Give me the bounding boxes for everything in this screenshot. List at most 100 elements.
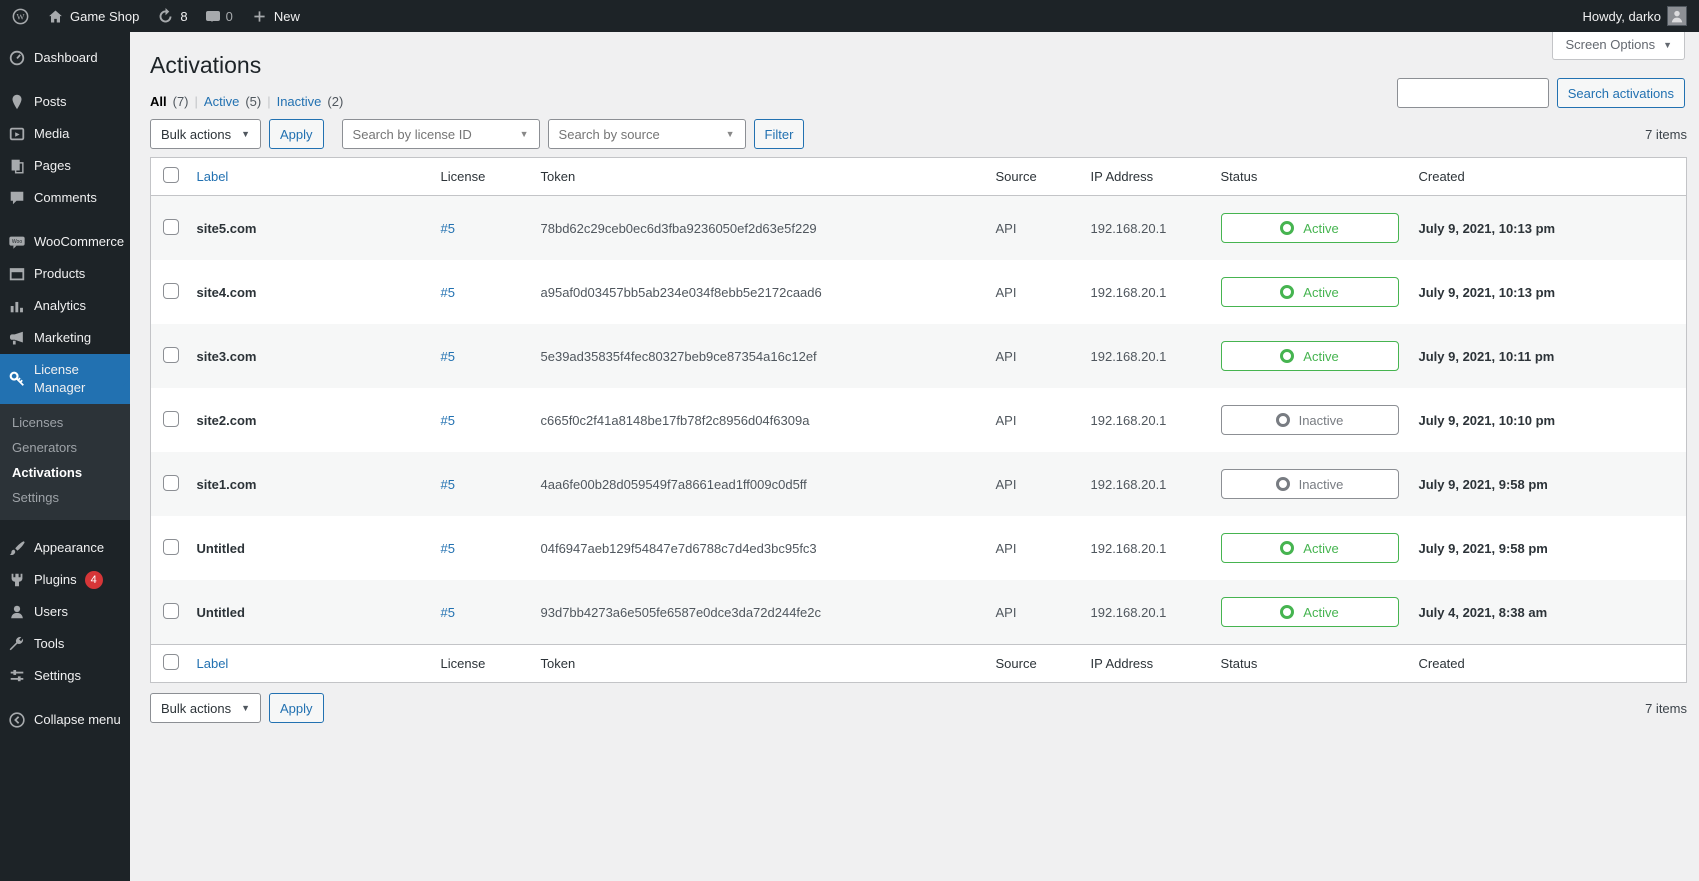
sidebar-item-appearance[interactable]: Appearance — [0, 532, 130, 564]
row-checkbox[interactable] — [163, 474, 179, 491]
sidebar-item-media[interactable]: Media — [0, 118, 130, 150]
tablenav-top: Bulk actions ▼ Apply Search by license I… — [150, 119, 1687, 149]
status-badge: Inactive — [1220, 405, 1399, 435]
sidebar-item-users[interactable]: Users — [0, 596, 130, 628]
new-content-menu[interactable]: New — [251, 8, 300, 25]
sidebar-item-tools[interactable]: Tools — [0, 628, 130, 660]
submenu-item-settings[interactable]: Settings — [0, 485, 130, 510]
row-checkbox[interactable] — [163, 602, 179, 619]
status-badge: Active — [1220, 597, 1399, 627]
sidebar-item-dashboard[interactable]: Dashboard — [0, 42, 130, 74]
submenu-item-generators[interactable]: Generators — [0, 435, 130, 460]
search-by-license-select[interactable]: Search by license ID ▼ — [341, 119, 540, 149]
wrench-icon — [8, 635, 26, 653]
bulk-actions-select[interactable]: Bulk actions ▼ — [150, 119, 262, 149]
bar-chart-icon — [8, 297, 26, 315]
activation-ip: 192.168.20.1 — [1090, 540, 1167, 556]
comments-icon — [8, 189, 26, 207]
sidebar-item-settings[interactable]: Settings — [0, 660, 130, 692]
sidebar-item-posts[interactable]: Posts — [0, 86, 130, 118]
row-checkbox[interactable] — [163, 410, 179, 427]
row-checkbox[interactable] — [163, 282, 179, 299]
view-all[interactable]: All — [150, 94, 167, 109]
bulk-actions-select[interactable]: Bulk actions ▼ — [150, 693, 262, 723]
activation-source: API — [995, 348, 1017, 364]
sidebar-item-comments[interactable]: Comments — [0, 182, 130, 214]
activation-token: 04f6947aeb129f54847e7d6788c7d4ed3bc95fc3 — [540, 540, 817, 556]
plugins-update-badge: 4 — [84, 571, 103, 589]
view-inactive[interactable]: Inactive — [277, 94, 322, 109]
chevron-down-icon: ▼ — [1663, 39, 1672, 50]
items-count: 7 items — [1645, 700, 1687, 716]
column-created: Created — [1408, 157, 1687, 196]
activation-created: July 9, 2021, 10:10 pm — [1418, 412, 1556, 428]
status-badge: Active — [1220, 277, 1399, 307]
status-ring-icon — [1280, 221, 1295, 235]
license-link[interactable]: #5 — [441, 605, 455, 620]
sidebar-item-pages[interactable]: Pages — [0, 150, 130, 182]
submenu-item-licenses[interactable]: Licenses — [0, 410, 130, 435]
sidebar-item-woocommerce[interactable]: Woo WooCommerce — [0, 226, 130, 258]
license-link[interactable]: #5 — [441, 221, 455, 236]
status-badge: Active — [1220, 213, 1399, 243]
submenu-item-activations[interactable]: Activations — [0, 460, 130, 485]
sidebar-item-products[interactable]: Products — [0, 258, 130, 290]
column-token: Token — [530, 644, 986, 683]
license-link[interactable]: #5 — [441, 285, 455, 300]
search-box: Search activations — [1396, 78, 1685, 108]
activation-token: c665f0c2f41a8148be17fb78f2c8956d04f6309a — [540, 412, 810, 428]
comments-indicator[interactable]: 0 — [205, 9, 233, 24]
activation-label: Untitled — [196, 604, 245, 620]
filter-button[interactable]: Filter — [753, 119, 805, 149]
row-checkbox[interactable] — [163, 538, 179, 555]
row-checkbox[interactable] — [163, 218, 179, 235]
svg-text:Woo: Woo — [12, 239, 22, 245]
table-header-row: Label License Token Source IP Address St… — [150, 157, 1687, 196]
status-ring-icon — [1275, 413, 1290, 427]
license-link[interactable]: #5 — [441, 349, 455, 364]
license-link[interactable]: #5 — [441, 541, 455, 556]
search-input[interactable] — [1396, 78, 1549, 108]
apply-button[interactable]: Apply — [269, 693, 324, 723]
view-active[interactable]: Active — [204, 94, 239, 109]
sort-by-label[interactable]: Label — [197, 169, 229, 184]
comment-bubble-icon — [205, 11, 220, 22]
woocommerce-icon: Woo — [8, 233, 26, 251]
dashboard-icon — [8, 49, 26, 67]
table-row: site2.com #5 c665f0c2f41a8148be17fb78f2c… — [151, 388, 1687, 452]
sidebar-item-collapse-menu[interactable]: Collapse menu — [0, 704, 130, 736]
avatar — [1667, 6, 1687, 26]
updates-icon — [157, 7, 174, 25]
key-icon — [8, 370, 26, 388]
search-activations-button[interactable]: Search activations — [1556, 78, 1685, 108]
license-link[interactable]: #5 — [441, 413, 455, 428]
select-all-checkbox[interactable] — [163, 167, 179, 183]
products-icon — [8, 265, 26, 283]
sort-by-label[interactable]: Label — [197, 656, 229, 671]
sliders-icon — [8, 667, 26, 685]
activation-label: site2.com — [196, 412, 257, 428]
sidebar-item-analytics[interactable]: Analytics — [0, 290, 130, 322]
updates-indicator[interactable]: 8 — [157, 7, 188, 25]
screen-options-button[interactable]: Screen Options ▼ — [1552, 30, 1685, 60]
license-link[interactable]: #5 — [441, 477, 455, 492]
users-icon — [8, 603, 26, 621]
site-link[interactable]: Game Shop — [47, 8, 139, 25]
column-ip: IP Address — [1080, 644, 1211, 683]
activation-token: 5e39ad35835f4fec80327beb9ce87354a16c12ef — [540, 348, 817, 364]
my-account-menu[interactable]: Howdy, darko — [1582, 6, 1687, 26]
column-created: Created — [1408, 644, 1687, 683]
row-checkbox[interactable] — [163, 346, 179, 363]
search-by-source-select[interactable]: Search by source ▼ — [547, 119, 746, 149]
activation-ip: 192.168.20.1 — [1090, 476, 1167, 492]
wordpress-menu[interactable]: W — [12, 8, 29, 25]
activation-label: site1.com — [196, 476, 257, 492]
sidebar-item-license-manager[interactable]: License Manager — [0, 354, 130, 404]
apply-button[interactable]: Apply — [269, 119, 324, 149]
sidebar-item-plugins[interactable]: Plugins 4 — [0, 564, 130, 596]
sidebar-item-marketing[interactable]: Marketing — [0, 322, 130, 354]
column-license: License — [430, 644, 531, 683]
updates-count: 8 — [180, 8, 188, 24]
chevron-down-icon: ▼ — [725, 129, 735, 139]
select-all-checkbox[interactable] — [163, 654, 179, 670]
